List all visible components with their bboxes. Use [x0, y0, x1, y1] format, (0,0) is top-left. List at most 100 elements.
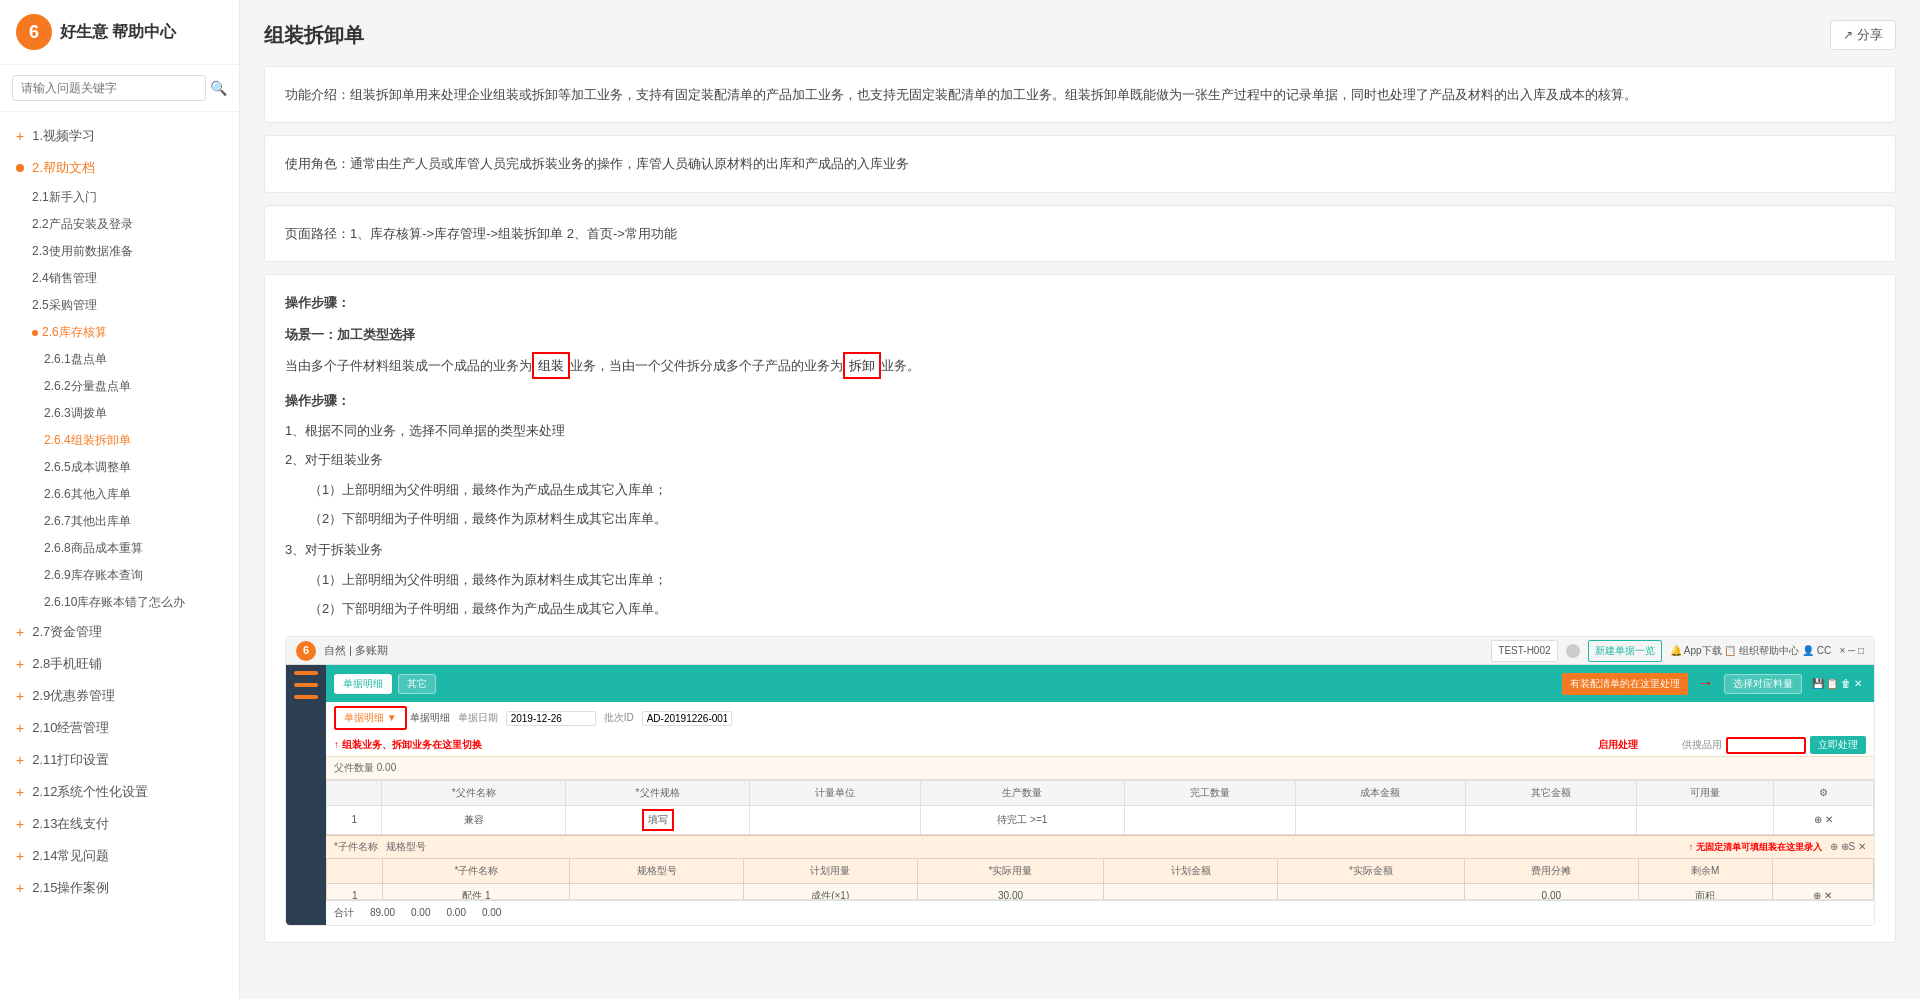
ops-title: 操作步骤：	[285, 291, 1875, 314]
step2-1: （1）上部明细为父件明细，最终作为产成品生成其它入库单；	[285, 478, 1875, 501]
search-input[interactable]	[12, 75, 206, 101]
step3-1: （1）上部明细为父件明细，最终作为原材料生成其它出库单；	[285, 568, 1875, 591]
mock-upper-label: 父件数量 0.00	[326, 756, 1874, 779]
mock-select-btn[interactable]: 选择对应料量	[1724, 674, 1802, 694]
nav-item-2-6-6[interactable]: 2.6.6其他入库单	[0, 481, 239, 508]
nav-item-2-6-1[interactable]: 2.6.1盘点单	[0, 346, 239, 373]
search-button[interactable]: 🔍	[210, 80, 227, 96]
nav-item-2-5[interactable]: 2.5采购管理	[0, 292, 239, 319]
intro-text: 功能介绍：组装拆卸单用来处理企业组装或拆卸等加工业务，支持有固定装配清单的产品加…	[285, 83, 1875, 106]
scene1-desc: 当由多个子件材料组装成一个成品的业务为组装业务，当由一个父件拆分成多个子产品的业…	[285, 352, 1875, 379]
role-card: 使用角色：通常由生产人员或库管人员完成拆装业务的操作，库管人员确认原材料的出库和…	[264, 135, 1896, 192]
mock-type-label-2: 单据明细	[410, 709, 450, 727]
screenshot-container: 6 自然 | 多账期 TEST-H002 新建单据一览 🔔 App下载 📋 组织…	[285, 636, 1875, 926]
nav-area: + 1.视频学习 2.帮助文档 2.1新手入门 2.2产品安装及登录 2.3使用…	[0, 112, 239, 999]
nav-section-1-label: 1.视频学习	[32, 127, 95, 145]
nav-item-2-6-8[interactable]: 2.6.8商品成本重算	[0, 535, 239, 562]
nav-item-2-5-label: 2.5采购管理	[32, 297, 97, 314]
nav-item-2-1[interactable]: 2.1新手入门	[0, 184, 239, 211]
mock-annotation-4: 启用处理	[1598, 736, 1638, 754]
nav-section-2-9[interactable]: + 2.9优惠券管理	[0, 680, 239, 712]
nav-item-2-2[interactable]: 2.2产品安装及登录	[0, 211, 239, 238]
mock-footer: 合计 89.00 0.00 0.00 0.00	[326, 899, 1874, 925]
mock-confirm-btn[interactable]: 立即处理	[1810, 736, 1866, 754]
nav-section-2-12[interactable]: + 2.12系统个性化设置	[0, 776, 239, 808]
mock-upper-table: *父件名称 *父件规格 计量单位 生产数量 完工数量 成本金额 其它金额 可用量	[326, 780, 1874, 835]
share-label: 分享	[1857, 26, 1883, 44]
mock-sub-label-1: *子件名称	[334, 838, 378, 856]
expand-icon-1: +	[16, 128, 24, 144]
page-title: 组装拆卸单	[264, 22, 364, 49]
mock-new-doc[interactable]: 新建单据一览	[1588, 640, 1662, 662]
nav-item-2-4[interactable]: 2.4销售管理	[0, 265, 239, 292]
nav-item-2-1-label: 2.1新手入门	[32, 189, 97, 206]
nav-item-2-6-4[interactable]: 2.6.4组装拆卸单	[0, 427, 239, 454]
nav-section-2-10[interactable]: + 2.10经营管理	[0, 712, 239, 744]
sidebar: 6 好生意 帮助中心 🔍 + 1.视频学习 2.帮助文档 2.1新手入门 2.2…	[0, 0, 240, 999]
nav-section-2-11[interactable]: + 2.11打印设置	[0, 744, 239, 776]
mock-app-id: TEST-H002	[1491, 640, 1557, 662]
step3: 3、对于拆装业务	[285, 538, 1875, 561]
nav-item-2-4-label: 2.4销售管理	[32, 270, 97, 287]
mock-btn-icons: 💾 📋 🗑 ✕	[1812, 675, 1862, 693]
path-card: 页面路径：1、库存核算->库存管理->组装拆卸单 2、首页->常用功能	[264, 205, 1896, 262]
step3-2: （2）下部明细为子件明细，最终作为产成品生成其它入库单。	[285, 597, 1875, 620]
mock-annotation-3: ↑ 组装业务、拆卸业务在这里切换	[334, 736, 482, 754]
mock-lower-table: *子件名称 规格型号 计划用量 *实际用量 计划金额 *实际金额 费用分摊 剩余…	[326, 858, 1874, 899]
mock-sub-actions: ⊕ ⊕S ✕	[1830, 838, 1866, 856]
mock-logo: 6	[296, 641, 316, 661]
nav-item-2-6[interactable]: 2.6库存核算	[0, 319, 239, 346]
mock-form-row: 单据明细 ▼ 单据明细 单据日期 批次ID	[326, 702, 1874, 734]
mock-icon-1	[1566, 644, 1580, 658]
nav-item-2-6-2[interactable]: 2.6.2分量盘点单	[0, 373, 239, 400]
nav-section-2-8[interactable]: + 2.8手机旺铺	[0, 648, 239, 680]
logo-icon: 6	[16, 14, 52, 50]
nav-item-2-6-label: 2.6库存核算	[42, 324, 107, 341]
mock-no-input[interactable]	[642, 711, 732, 726]
main-content: 组装拆卸单 ↗ 分享 功能介绍：组装拆卸单用来处理企业组装或拆卸等加工业务，支持…	[240, 0, 1920, 999]
nav-section-2-15[interactable]: + 2.15操作案例	[0, 872, 239, 904]
step2-2: （2）下部明细为子件明细，最终作为原材料生成其它出库单。	[285, 507, 1875, 530]
role-text: 使用角色：通常由生产人员或库管人员完成拆装业务的操作，库管人员确认原材料的出库和…	[285, 152, 1875, 175]
ops-card: 操作步骤： 场景一：加工类型选择 当由多个子件材料组装成一个成品的业务为组装业务…	[264, 274, 1896, 943]
nav-section-2-13[interactable]: + 2.13在线支付	[0, 808, 239, 840]
nav-item-2-6-5[interactable]: 2.6.5成本调整单	[0, 454, 239, 481]
mock-tab-2[interactable]: 其它	[398, 674, 436, 694]
nav-item-2-6-7[interactable]: 2.6.7其他出库单	[0, 508, 239, 535]
app-title: 好生意 帮助中心	[60, 22, 176, 43]
active-dot-2	[16, 164, 24, 172]
mock-type-select[interactable]: 单据明细 ▼	[334, 706, 407, 730]
mock-component-input[interactable]: 填写	[642, 809, 674, 831]
mock-date-input[interactable]	[506, 711, 596, 726]
mock-sub-label-2: 规格型号	[386, 838, 426, 856]
mock-app-name: 自然 | 多账期	[324, 641, 1483, 661]
mock-tab-1[interactable]: 单据明细	[334, 674, 392, 694]
active-dot-2-6	[32, 330, 38, 336]
nav-section-1[interactable]: + 1.视频学习	[0, 120, 239, 152]
mock-sidebar-icon-1	[294, 671, 318, 675]
nav-item-2-6-3[interactable]: 2.6.3调拨单	[0, 400, 239, 427]
mock-btn-zuzhuang[interactable]: 有装配清单的在这里处理	[1562, 673, 1688, 695]
nav-item-2-3[interactable]: 2.3使用前数据准备	[0, 238, 239, 265]
mock-search-input[interactable]	[1726, 737, 1806, 754]
mock-icons-right: 🔔 App下载 📋 组织帮助中心 👤 CC × ─ □	[1670, 642, 1864, 660]
mock-sidebar-icon-2	[294, 683, 318, 687]
share-button[interactable]: ↗ 分享	[1830, 20, 1896, 50]
nav-item-2-6-10[interactable]: 2.6.10库存账本错了怎么办	[0, 589, 239, 616]
step1: 1、根据不同的业务，选择不同单据的类型来处理	[285, 419, 1875, 442]
nav-section-2-14[interactable]: + 2.14常见问题	[0, 840, 239, 872]
nav-section-2[interactable]: 2.帮助文档	[0, 152, 239, 184]
path-text: 页面路径：1、库存核算->库存管理->组装拆卸单 2、首页->常用功能	[285, 222, 1875, 245]
nav-item-2-6-9[interactable]: 2.6.9库存账本查询	[0, 562, 239, 589]
ops-steps-title: 操作步骤：	[285, 389, 1875, 412]
step2: 2、对于组装业务	[285, 448, 1875, 471]
share-icon: ↗	[1843, 28, 1853, 42]
search-area: 🔍	[0, 65, 239, 112]
mock-sidebar-icon-3	[294, 695, 318, 699]
nav-item-2-2-label: 2.2产品安装及登录	[32, 216, 133, 233]
page-header: 组装拆卸单 ↗ 分享	[264, 20, 1896, 50]
nav-section-2-7[interactable]: + 2.7资金管理	[0, 616, 239, 648]
intro-card: 功能介绍：组装拆卸单用来处理企业组装或拆卸等加工业务，支持有固定装配清单的产品加…	[264, 66, 1896, 123]
nav-section-2-label: 2.帮助文档	[32, 159, 95, 177]
scene1-title: 场景一：加工类型选择	[285, 323, 1875, 346]
